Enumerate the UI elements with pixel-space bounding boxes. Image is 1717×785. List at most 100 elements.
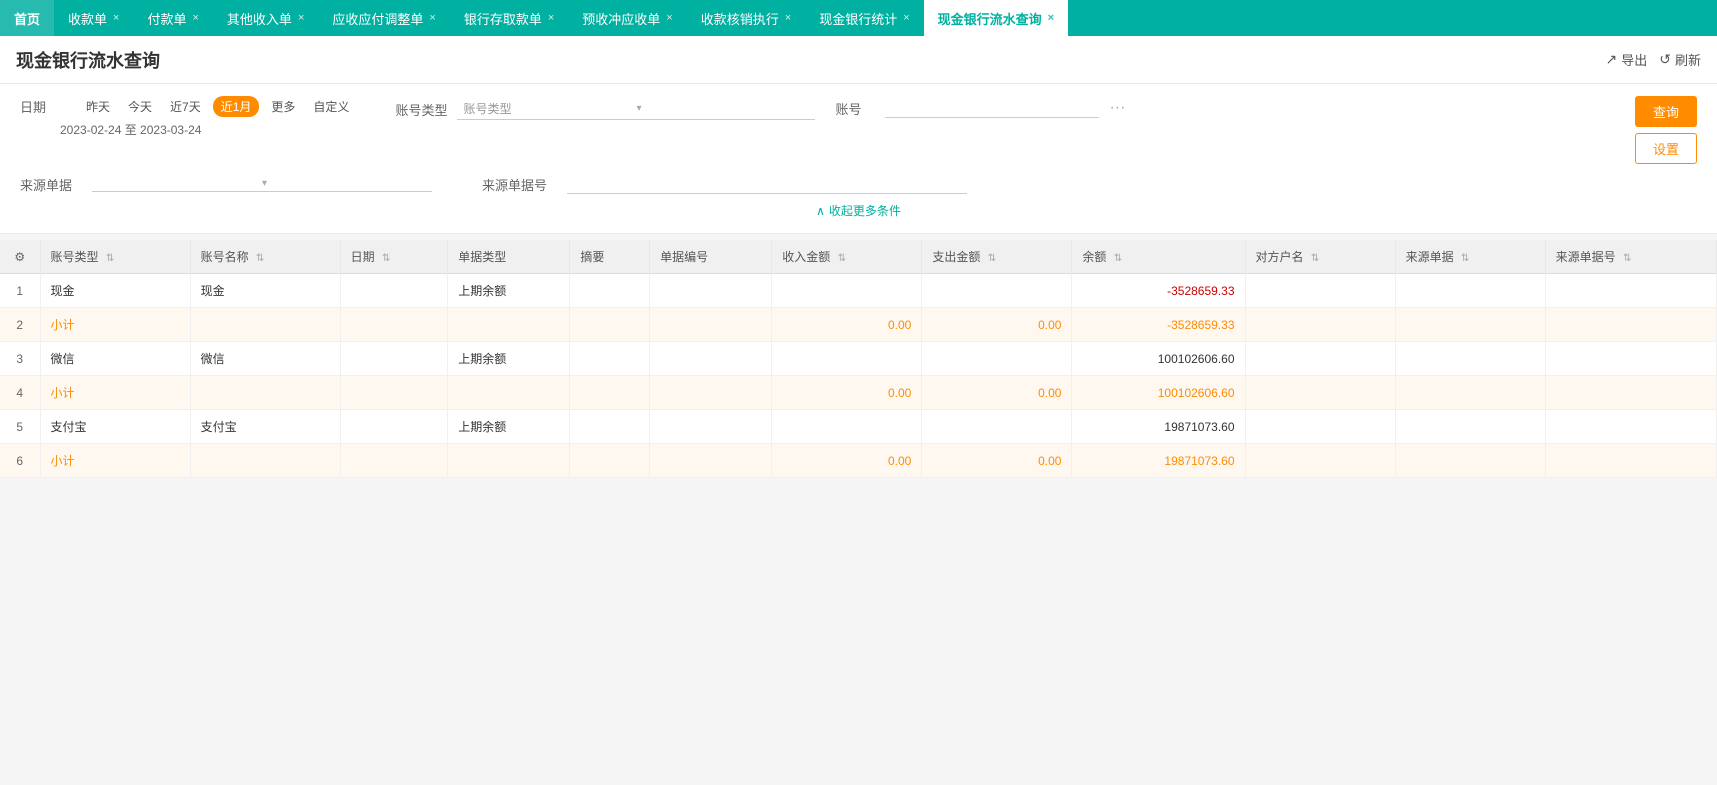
cell-account-type: 微信	[40, 342, 190, 376]
nav-tab-4[interactable]: 银行存取款单 ×	[450, 0, 568, 36]
cell-date	[340, 274, 448, 308]
cell-doc-type: 上期余额	[448, 342, 570, 376]
cell-source-doc-no	[1545, 342, 1716, 376]
cell-date	[340, 376, 448, 410]
cell-summary	[570, 308, 650, 342]
table-body: 1现金现金上期余额-3528659.332小计0.000.00-3528659.…	[0, 274, 1717, 478]
nav-tab-6[interactable]: 收款核销执行 ×	[687, 0, 805, 36]
header-actions: ↗ 导出 ↺ 刷新	[1606, 50, 1702, 69]
collapse-bar[interactable]: ∧ 收起更多条件	[20, 198, 1697, 221]
col-expense: 支出金额 ⇅	[922, 240, 1072, 274]
cell-account-name	[190, 308, 340, 342]
cell-summary	[570, 342, 650, 376]
query-button[interactable]: 查询	[1635, 96, 1697, 127]
cell-date	[340, 410, 448, 444]
account-more-icon[interactable]: ···	[1109, 99, 1125, 117]
close-tab-1-icon[interactable]: ×	[192, 12, 198, 24]
account-input[interactable]	[891, 101, 1093, 115]
cell-summary	[570, 274, 650, 308]
col-income: 收入金额 ⇅	[772, 240, 922, 274]
close-tab-7-icon[interactable]: ×	[903, 12, 909, 24]
nav-tab-2[interactable]: 其他收入单 ×	[213, 0, 318, 36]
sort-date-icon[interactable]: ⇅	[382, 253, 390, 264]
cell-source-doc	[1395, 308, 1545, 342]
account-type-arrow-icon: ▾	[636, 103, 809, 114]
col-source-doc-no: 来源单据号 ⇅	[1545, 240, 1716, 274]
cell-income	[772, 274, 922, 308]
account-type-select[interactable]: 账号类型 ▾	[457, 98, 815, 120]
cell-counterparty	[1245, 274, 1395, 308]
close-tab-6-icon[interactable]: ×	[785, 12, 791, 24]
data-table: ⚙ 账号类型 ⇅ 账号名称 ⇅ 日期 ⇅ 单据类型 摘要	[0, 240, 1717, 478]
cell-doc-type	[448, 376, 570, 410]
close-tab-8-icon[interactable]: ×	[1048, 12, 1054, 24]
close-tab-0-icon[interactable]: ×	[113, 12, 119, 24]
cell-expense	[922, 342, 1072, 376]
settings-gear-icon[interactable]: ⚙	[14, 250, 25, 264]
close-tab-4-icon[interactable]: ×	[548, 12, 554, 24]
cell-balance: -3528659.33	[1072, 308, 1245, 342]
export-button[interactable]: ↗ 导出	[1606, 50, 1648, 69]
cell-counterparty	[1245, 376, 1395, 410]
date-more-btn[interactable]: 更多	[265, 96, 301, 117]
sort-source-doc-icon[interactable]: ⇅	[1461, 253, 1469, 264]
cell-doc-no	[650, 342, 772, 376]
source-doc-select[interactable]: ▾	[92, 176, 432, 192]
cell-doc-no	[650, 376, 772, 410]
refresh-button[interactable]: ↺ 刷新	[1659, 50, 1701, 69]
row-num: 6	[0, 444, 40, 478]
sort-source-doc-no-icon[interactable]: ⇅	[1623, 253, 1631, 264]
sort-expense-icon[interactable]: ⇅	[988, 253, 996, 264]
top-nav: 首页 收款单 × 付款单 × 其他收入单 × 应收应付调整单 × 银行存取款单 …	[0, 0, 1717, 36]
col-source-doc: 来源单据 ⇅	[1395, 240, 1545, 274]
nav-tab-3[interactable]: 应收应付调整单 ×	[318, 0, 449, 36]
sort-income-icon[interactable]: ⇅	[838, 253, 846, 264]
date-today-btn[interactable]: 今天	[122, 96, 158, 117]
nav-tab-5[interactable]: 预收冲应收单 ×	[568, 0, 686, 36]
nav-tab-8[interactable]: 现金银行流水查询 ×	[924, 0, 1068, 36]
col-balance: 余额 ⇅	[1072, 240, 1245, 274]
table-header-row: ⚙ 账号类型 ⇅ 账号名称 ⇅ 日期 ⇅ 单据类型 摘要	[0, 240, 1717, 274]
cell-doc-no	[650, 274, 772, 308]
cell-expense	[922, 410, 1072, 444]
cell-doc-no	[650, 410, 772, 444]
col-doc-no: 单据编号	[650, 240, 772, 274]
cell-account-name	[190, 376, 340, 410]
nav-tab-1[interactable]: 付款单 ×	[133, 0, 212, 36]
sort-account-name-icon[interactable]: ⇅	[256, 253, 264, 264]
cell-date	[340, 342, 448, 376]
cell-account-name	[190, 444, 340, 478]
col-counterparty: 对方户名 ⇅	[1245, 240, 1395, 274]
date-1month-btn[interactable]: 近1月	[213, 96, 260, 117]
nav-home[interactable]: 首页	[0, 0, 54, 36]
cell-income	[772, 410, 922, 444]
cell-source-doc-no	[1545, 410, 1716, 444]
sort-counterparty-icon[interactable]: ⇅	[1311, 253, 1319, 264]
row-num: 5	[0, 410, 40, 444]
cell-income	[772, 342, 922, 376]
date-7days-btn[interactable]: 近7天	[164, 96, 207, 117]
sort-account-type-icon[interactable]: ⇅	[106, 253, 114, 264]
date-yesterday-btn[interactable]: 昨天	[80, 96, 116, 117]
table-row: 6小计0.000.0019871073.60	[0, 444, 1717, 478]
close-tab-2-icon[interactable]: ×	[298, 12, 304, 24]
nav-tab-0[interactable]: 收款单 ×	[54, 0, 133, 36]
nav-tab-7[interactable]: 现金银行统计 ×	[805, 0, 923, 36]
filter-area: 日期 ⚙ 昨天 今天 近7天 近1月 更多 自定义 2023-02-24 至 2…	[0, 84, 1717, 234]
close-tab-3-icon[interactable]: ×	[429, 12, 435, 24]
date-custom-btn[interactable]: 自定义	[307, 96, 355, 117]
settings-button[interactable]: 设置	[1635, 133, 1697, 164]
col-settings[interactable]: ⚙	[0, 240, 40, 274]
cell-date	[340, 444, 448, 478]
cell-counterparty	[1245, 308, 1395, 342]
cell-account-type: 支付宝	[40, 410, 190, 444]
source-doc-no-input[interactable]	[573, 177, 961, 191]
cell-balance: 100102606.60	[1072, 342, 1245, 376]
page-header: 现金银行流水查询 ↗ 导出 ↺ 刷新	[0, 36, 1717, 84]
sort-balance-icon[interactable]: ⇅	[1114, 253, 1122, 264]
col-account-type: 账号类型 ⇅	[40, 240, 190, 274]
table-row: 2小计0.000.00-3528659.33	[0, 308, 1717, 342]
col-account-name: 账号名称 ⇅	[190, 240, 340, 274]
cell-doc-type: 上期余额	[448, 274, 570, 308]
close-tab-5-icon[interactable]: ×	[666, 12, 672, 24]
